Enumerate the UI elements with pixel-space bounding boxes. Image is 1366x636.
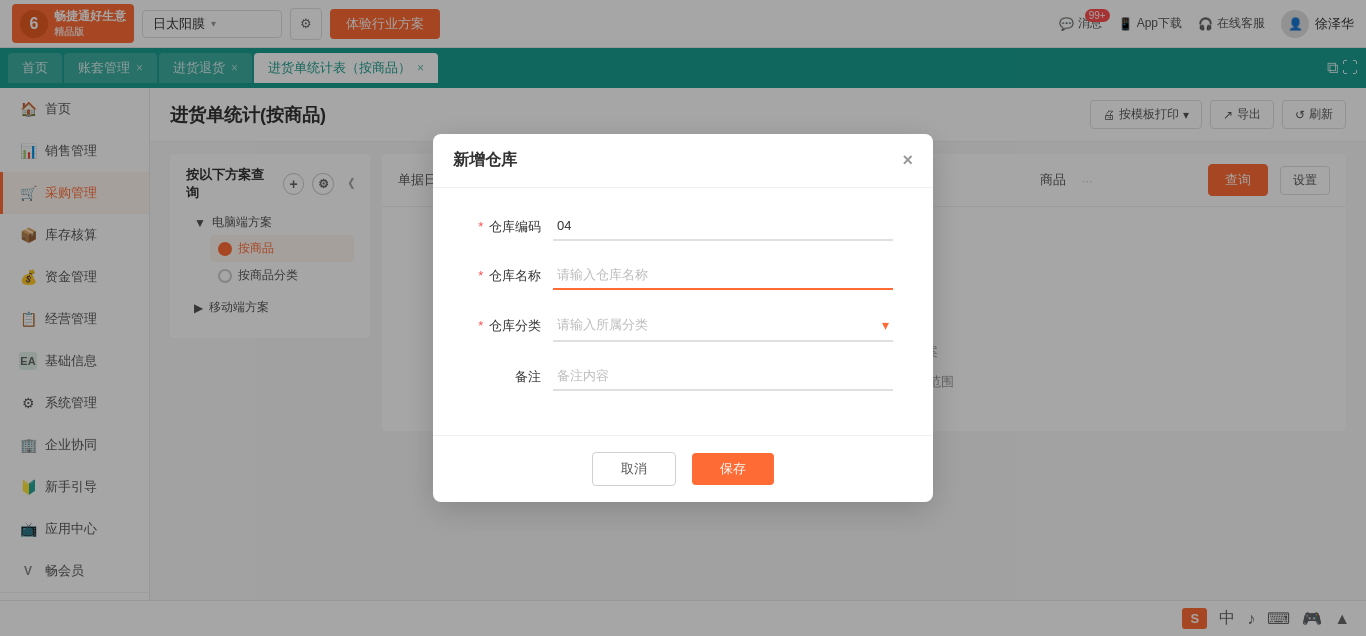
category-select[interactable]: 请输入所属分类 ▾	[553, 310, 893, 342]
code-required-mark: *	[478, 219, 483, 234]
dialog-header: 新增仓库 ×	[433, 134, 933, 188]
category-required-mark: *	[478, 318, 483, 333]
form-row-name: * 仓库名称	[473, 261, 893, 290]
cancel-button[interactable]: 取消	[592, 452, 676, 486]
category-label: * 仓库分类	[473, 317, 553, 335]
name-label: * 仓库名称	[473, 267, 553, 285]
code-input[interactable]	[553, 212, 893, 241]
dialog-body: * 仓库编码 * 仓库名称 * 仓库分类 请输入所属	[433, 188, 933, 435]
form-row-code: * 仓库编码	[473, 212, 893, 241]
notes-label: 备注	[473, 368, 553, 386]
dialog-title: 新增仓库	[453, 150, 517, 171]
notes-input[interactable]	[553, 362, 893, 391]
code-label: * 仓库编码	[473, 218, 553, 236]
form-row-notes: 备注	[473, 362, 893, 391]
form-row-category: * 仓库分类 请输入所属分类 ▾	[473, 310, 893, 342]
save-button[interactable]: 保存	[692, 453, 774, 485]
dialog-new-warehouse: 新增仓库 × * 仓库编码 * 仓库名称	[433, 134, 933, 502]
name-required-mark: *	[478, 268, 483, 283]
category-arrow-icon: ▾	[882, 317, 889, 333]
name-input[interactable]	[553, 261, 893, 290]
modal-overlay[interactable]: 新增仓库 × * 仓库编码 * 仓库名称	[0, 0, 1366, 636]
dialog-close-icon[interactable]: ×	[902, 150, 913, 171]
category-placeholder: 请输入所属分类	[557, 316, 648, 334]
dialog-footer: 取消 保存	[433, 435, 933, 502]
